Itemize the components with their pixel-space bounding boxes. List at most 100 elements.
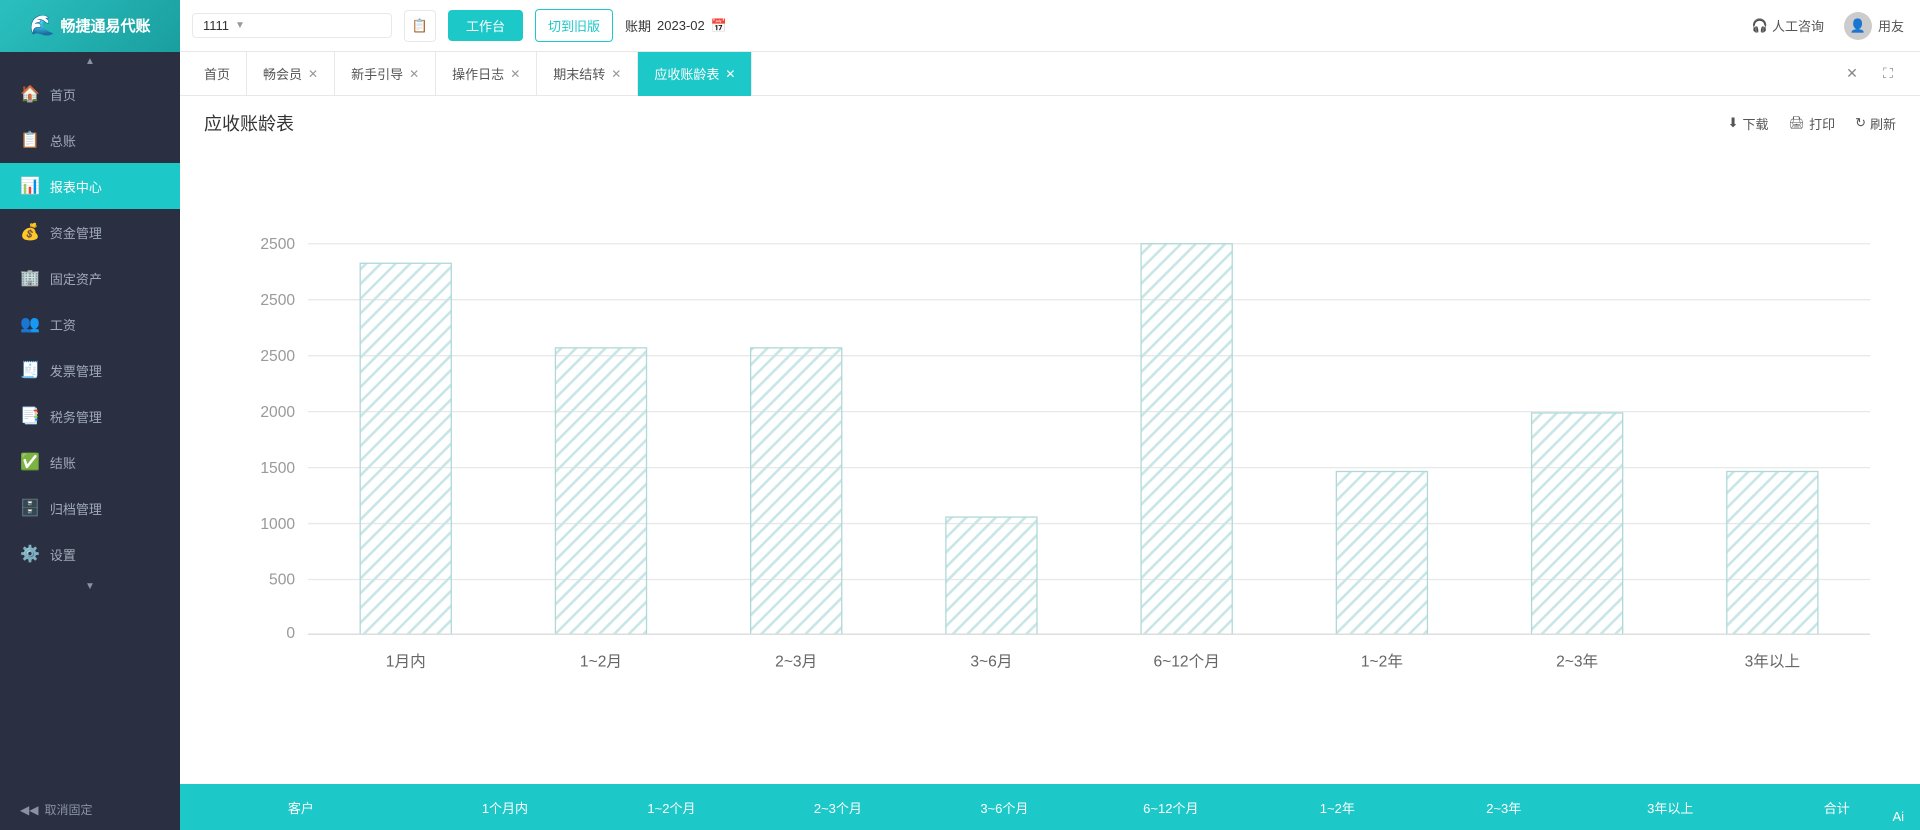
invoice-icon: 🧾 (20, 360, 40, 380)
sidebar-item-invoice[interactable]: 🧾 发票管理 (0, 347, 180, 393)
tab-guide-label: 新手引导 (351, 64, 403, 83)
sidebar-item-ledger[interactable]: 📋 总账 (0, 117, 180, 163)
tab-member-close[interactable]: ✕ (308, 67, 318, 81)
pin-icon: ◀◀ (20, 803, 38, 817)
switch-version-button[interactable]: 切到旧版 (535, 9, 613, 42)
service-label: 人工咨询 (1772, 16, 1824, 35)
sidebar-label-settings: 设置 (50, 545, 76, 564)
calendar-icon[interactable]: 📅 (711, 18, 727, 34)
download-button[interactable]: ⬇ 下载 (1728, 114, 1769, 133)
tab-guide[interactable]: 新手引导 ✕ (335, 52, 436, 96)
svg-text:2500: 2500 (260, 236, 295, 253)
svg-text:2000: 2000 (260, 404, 295, 421)
sidebar-scroll-up[interactable]: ▲ (0, 52, 180, 71)
svg-text:3年以上: 3年以上 (1745, 653, 1801, 671)
close-window-button[interactable]: ✕ (1838, 60, 1866, 88)
logo-icon: 🌊 (30, 13, 55, 38)
refresh-label: 刷新 (1870, 114, 1896, 133)
svg-text:3~6月: 3~6月 (970, 654, 1012, 671)
sidebar-label-reports: 报表中心 (50, 177, 102, 196)
logo-text: 畅捷通易代账 (60, 15, 150, 36)
sidebar-item-tax[interactable]: 📑 税务管理 (0, 393, 180, 439)
refresh-button[interactable]: ↻ 刷新 (1855, 114, 1896, 133)
sidebar-item-assets[interactable]: 🏢 固定资产 (0, 255, 180, 301)
logo: 🌊 畅捷通易代账 (0, 0, 180, 52)
sidebar-label-archive: 归档管理 (50, 499, 102, 518)
sidebar-label-invoice: 发票管理 (50, 361, 102, 380)
svg-text:2~3月: 2~3月 (775, 654, 817, 671)
sidebar-item-funds[interactable]: 💰 资金管理 (0, 209, 180, 255)
tab-member-label: 畅会员 (263, 64, 302, 83)
svg-text:2~3年: 2~3年 (1556, 653, 1598, 671)
tax-icon: 📑 (20, 406, 40, 426)
user-name: 用友 (1878, 16, 1904, 35)
sidebar-scroll-down[interactable]: ▼ (0, 577, 180, 596)
th-1-2y: 1~2年 (1254, 798, 1420, 817)
ai-badge[interactable]: Ai (1876, 803, 1920, 830)
sidebar-item-settings[interactable]: ⚙️ 设置 (0, 531, 180, 577)
th-2-3y: 2~3年 (1421, 798, 1587, 817)
maximize-window-button[interactable]: ⛶ (1874, 60, 1902, 88)
headset-icon: 🎧 (1752, 18, 1768, 34)
table-header: 客户 1个月内 1~2个月 2~3个月 3~6个月 6~12个月 1~2年 2~… (180, 784, 1920, 830)
tabs-bar: 首页 畅会员 ✕ 新手引导 ✕ 操作日志 ✕ 期末结转 ✕ 应收账龄表 ✕ (180, 52, 1920, 96)
settings-icon: ⚙️ (20, 544, 40, 564)
tab-guide-close[interactable]: ✕ (409, 67, 419, 81)
sidebar-item-checkout[interactable]: ✅ 结账 (0, 439, 180, 485)
tab-oplog-close[interactable]: ✕ (510, 67, 520, 81)
download-label: 下载 (1743, 114, 1769, 133)
tab-period-end-label: 期末结转 (553, 64, 605, 83)
print-button[interactable]: 🖨 打印 (1789, 114, 1836, 133)
sidebar: ▲ 🏠 首页 📋 总账 📊 报表中心 💰 资金管理 🏢 固定资产 👥 工资 🧾 … (0, 52, 180, 830)
th-1m: 1个月内 (422, 798, 588, 817)
sidebar-label-payroll: 工资 (50, 315, 76, 334)
tab-period-end[interactable]: 期末结转 ✕ (537, 52, 638, 96)
sidebar-item-home[interactable]: 🏠 首页 (0, 71, 180, 117)
tab-aging-close[interactable]: ✕ (725, 67, 735, 81)
tab-oplog-label: 操作日志 (452, 64, 504, 83)
tab-home[interactable]: 首页 (188, 52, 247, 96)
page-content: 应收账龄表 ⬇ 下载 🖨 打印 ↻ 刷新 (180, 96, 1920, 830)
th-2-3m: 2~3个月 (755, 798, 921, 817)
svg-text:1~2月: 1~2月 (580, 654, 622, 671)
tab-period-end-close[interactable]: ✕ (611, 67, 621, 81)
page-title: 应收账龄表 (204, 110, 294, 136)
print-label: 打印 (1809, 114, 1835, 133)
cancel-pin-button[interactable]: ◀◀ 取消固定 (0, 789, 180, 830)
svg-text:6~12个月: 6~12个月 (1153, 653, 1219, 671)
workbench-button[interactable]: 工作台 (448, 10, 523, 41)
tab-window-buttons: ✕ ⛶ (1828, 60, 1912, 88)
sidebar-label-assets: 固定资产 (50, 269, 102, 288)
ledger-icon: 📋 (20, 130, 40, 150)
chart-area: 2500 2500 2500 2000 1500 1000 500 0 (180, 146, 1920, 784)
th-1-2m: 1~2个月 (588, 798, 754, 817)
company-selector[interactable]: 1111 ▼ (192, 13, 392, 38)
company-dropdown-arrow: ▼ (235, 20, 245, 31)
refresh-icon: ↻ (1855, 115, 1866, 131)
th-3-6m: 3~6个月 (921, 798, 1087, 817)
svg-text:500: 500 (269, 572, 295, 589)
svg-text:1000: 1000 (260, 516, 295, 533)
tab-aging[interactable]: 应收账龄表 ✕ (638, 52, 752, 96)
payroll-icon: 👥 (20, 314, 40, 334)
archive-icon: 🗄️ (20, 498, 40, 518)
tab-aging-label: 应收账龄表 (654, 64, 719, 83)
sidebar-label-checkout: 结账 (50, 453, 76, 472)
copy-button[interactable]: 📋 (404, 10, 436, 42)
sidebar-label-tax: 税务管理 (50, 407, 102, 426)
avatar: 👤 (1844, 12, 1872, 40)
funds-icon: 💰 (20, 222, 40, 242)
sidebar-item-reports[interactable]: 📊 报表中心 (0, 163, 180, 209)
sidebar-item-archive[interactable]: 🗄️ 归档管理 (0, 485, 180, 531)
tab-member[interactable]: 畅会员 ✕ (247, 52, 335, 96)
print-icon: 🖨 (1789, 115, 1806, 131)
top-header: 🌊 畅捷通易代账 1111 ▼ 📋 工作台 切到旧版 账期 2023-02 📅 … (0, 0, 1920, 52)
user-menu[interactable]: 👤 用友 (1844, 12, 1904, 40)
service-link[interactable]: 🎧 人工咨询 (1752, 16, 1824, 35)
sidebar-item-payroll[interactable]: 👥 工资 (0, 301, 180, 347)
period-label: 账期 (625, 16, 651, 35)
tab-oplog[interactable]: 操作日志 ✕ (436, 52, 537, 96)
company-name: 1111 (203, 18, 229, 33)
svg-text:2500: 2500 (260, 348, 295, 365)
copy-icon: 📋 (412, 18, 428, 34)
